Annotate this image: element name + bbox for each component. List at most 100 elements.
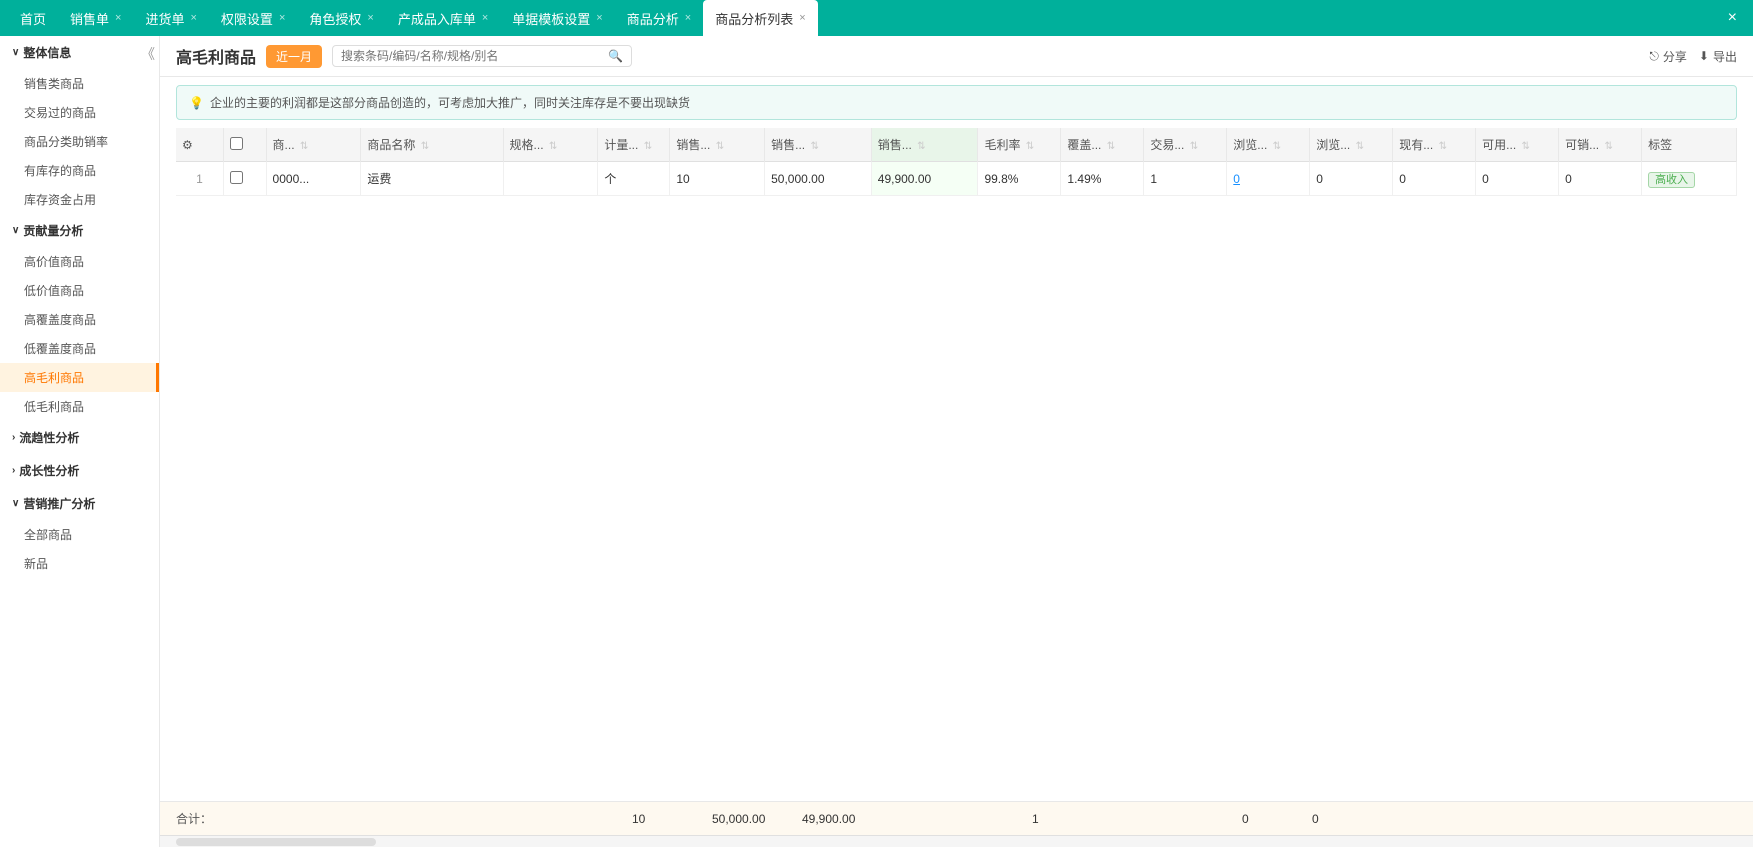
col-browse1-sort[interactable]: ⇅ — [1273, 141, 1281, 152]
nav-template-close[interactable]: × — [596, 12, 602, 24]
table-container[interactable]: ⚙ 商... ⇅ 商品名称 ⇅ — [176, 128, 1737, 801]
sidebar-item-low-margin[interactable]: 低毛利商品 — [0, 392, 159, 421]
nav-role-close[interactable]: × — [367, 12, 373, 24]
nav-permission[interactable]: 权限设置 × — [209, 0, 297, 36]
col-sellable-sort[interactable]: ⇅ — [1604, 141, 1612, 152]
table-row: 1 0000... 运费 个 10 50,000.00 49,900.00 99 — [176, 162, 1737, 196]
sidebar-item-sales-goods[interactable]: 销售类商品 — [0, 69, 159, 98]
nav-inbound[interactable]: 产成品入库单 × — [386, 0, 500, 36]
cell-sales-profit: 49,900.00 — [871, 162, 978, 196]
nav-role[interactable]: 角色授权 × — [297, 0, 385, 36]
col-unit[interactable]: 计量... ⇅ — [598, 128, 670, 162]
col-name[interactable]: 商品名称 ⇅ — [361, 128, 503, 162]
sidebar-item-stock-goods[interactable]: 有库存的商品 — [0, 156, 159, 185]
col-sales-amount-sort[interactable]: ⇅ — [810, 141, 818, 152]
search-box: 🔍 — [332, 45, 632, 67]
cell-sales-amount: 50,000.00 — [765, 162, 872, 196]
col-gross-rate[interactable]: 毛利率 ⇅ — [978, 128, 1061, 162]
col-gross-rate-sort[interactable]: ⇅ — [1026, 141, 1034, 152]
sidebar-group-trend[interactable]: › 流趋性分析 — [0, 421, 159, 454]
sidebar-group-growth[interactable]: › 成长性分析 — [0, 454, 159, 487]
col-sales-qty-sort[interactable]: ⇅ — [716, 141, 724, 152]
sidebar-group-contribution-arrow: ∨ — [12, 225, 19, 236]
browse1-link[interactable]: 0 — [1233, 172, 1240, 186]
col-browse1[interactable]: 浏览... ⇅ — [1227, 128, 1310, 162]
nav-analysis-list[interactable]: 商品分析列表 × — [703, 0, 817, 36]
col-browse2-sort[interactable]: ⇅ — [1356, 141, 1364, 152]
horizontal-scrollbar[interactable] — [160, 835, 1753, 847]
col-code-sort[interactable]: ⇅ — [300, 141, 308, 152]
col-unit-sort[interactable]: ⇅ — [644, 141, 652, 152]
col-spec[interactable]: 规格... ⇅ — [503, 128, 598, 162]
col-code[interactable]: 商... ⇅ — [266, 128, 361, 162]
nav-template[interactable]: 单据模板设置 × — [500, 0, 614, 36]
col-transactions-sort[interactable]: ⇅ — [1190, 141, 1198, 152]
nav-analysis-list-close[interactable]: × — [799, 12, 805, 24]
nav-inbound-close[interactable]: × — [482, 12, 488, 24]
sidebar-group-overall[interactable]: ∨ 整体信息 — [0, 36, 159, 69]
sidebar-item-low-value[interactable]: 低价值商品 — [0, 276, 159, 305]
search-icon[interactable]: 🔍 — [608, 49, 623, 63]
col-available[interactable]: 可用... ⇅ — [1476, 128, 1559, 162]
col-coverage-sort[interactable]: ⇅ — [1107, 141, 1115, 152]
export-icon: ⬇ — [1699, 49, 1709, 63]
top-nav: 首页 销售单 × 进货单 × 权限设置 × 角色授权 × 产成品入库单 × 单据… — [0, 0, 1753, 36]
col-sales-profit-sort[interactable]: ⇅ — [917, 141, 925, 152]
sidebar-item-high-margin[interactable]: 高毛利商品 — [0, 363, 159, 392]
nav-home[interactable]: 首页 — [8, 0, 58, 36]
col-sellable[interactable]: 可销... ⇅ — [1559, 128, 1642, 162]
col-settings[interactable]: ⚙ — [176, 128, 223, 162]
col-tag[interactable]: 标签 — [1642, 128, 1737, 162]
sidebar-item-low-coverage[interactable]: 低覆盖度商品 — [0, 334, 159, 363]
sidebar-item-stock-capital[interactable]: 库存资金占用 — [0, 185, 159, 214]
cell-code: 0000... — [266, 162, 361, 196]
cell-checkbox[interactable] — [223, 162, 266, 196]
nav-sales-close[interactable]: × — [115, 12, 121, 24]
cell-browse2: 0 — [1310, 162, 1393, 196]
col-sales-amount[interactable]: 销售... ⇅ — [765, 128, 872, 162]
col-sales-qty[interactable]: 销售... ⇅ — [670, 128, 765, 162]
col-checkbox[interactable] — [223, 128, 266, 162]
sidebar-collapse-button[interactable]: 《 — [141, 44, 155, 64]
sidebar-item-all-goods[interactable]: 全部商品 — [0, 520, 159, 549]
nav-analysis-close[interactable]: × — [685, 12, 691, 24]
footer-sales-profit: 49,900.00 — [802, 812, 892, 826]
sidebar-group-marketing[interactable]: ∨ 营销推广分析 — [0, 487, 159, 520]
cell-sales-qty: 10 — [670, 162, 765, 196]
nav-permission-close[interactable]: × — [279, 12, 285, 24]
cell-current-stock: 0 — [1393, 162, 1476, 196]
row-checkbox[interactable] — [230, 171, 243, 184]
col-available-sort[interactable]: ⇅ — [1522, 141, 1530, 152]
nav-purchase-close[interactable]: × — [190, 12, 196, 24]
nav-sales[interactable]: 销售单 × — [58, 0, 133, 36]
col-current-stock[interactable]: 现有... ⇅ — [1393, 128, 1476, 162]
col-name-sort[interactable]: ⇅ — [421, 141, 429, 152]
search-input[interactable] — [341, 49, 604, 63]
col-coverage[interactable]: 覆盖... ⇅ — [1061, 128, 1144, 162]
col-sales-profit[interactable]: 销售... ⇅ — [871, 128, 978, 162]
nav-close-all-button[interactable]: × — [1720, 9, 1745, 27]
info-icon: 💡 — [189, 96, 204, 110]
sidebar-item-category-rate[interactable]: 商品分类助销率 — [0, 127, 159, 156]
sidebar-group-contribution[interactable]: ∨ 贡献量分析 — [0, 214, 159, 247]
col-transactions[interactable]: 交易... ⇅ — [1144, 128, 1227, 162]
sidebar-item-traded-goods[interactable]: 交易过的商品 — [0, 98, 159, 127]
sidebar-item-high-value[interactable]: 高价值商品 — [0, 247, 159, 276]
sidebar-item-high-coverage[interactable]: 高覆盖度商品 — [0, 305, 159, 334]
sidebar-item-new-goods[interactable]: 新品 — [0, 549, 159, 578]
col-current-stock-sort[interactable]: ⇅ — [1439, 141, 1447, 152]
filter-period-button[interactable]: 近一月 — [266, 45, 322, 68]
cell-tag: 高收入 — [1642, 162, 1737, 196]
sidebar-group-trend-arrow: › — [12, 432, 15, 443]
nav-analysis[interactable]: 商品分析 × — [615, 0, 703, 36]
cell-sellable: 0 — [1559, 162, 1642, 196]
footer-sales-amount: 50,000.00 — [712, 812, 802, 826]
select-all-checkbox[interactable] — [230, 137, 243, 150]
nav-purchase[interactable]: 进货单 × — [133, 0, 208, 36]
export-button[interactable]: ⬇ 导出 — [1699, 48, 1737, 65]
col-spec-sort[interactable]: ⇅ — [549, 141, 557, 152]
col-browse2[interactable]: 浏览... ⇅ — [1310, 128, 1393, 162]
share-button[interactable]: ⎋ 分享 — [1649, 48, 1687, 65]
cell-browse1[interactable]: 0 — [1227, 162, 1310, 196]
sidebar: 《 ∨ 整体信息 销售类商品 交易过的商品 商品分类助销率 有库存的商品 库存资… — [0, 36, 160, 847]
